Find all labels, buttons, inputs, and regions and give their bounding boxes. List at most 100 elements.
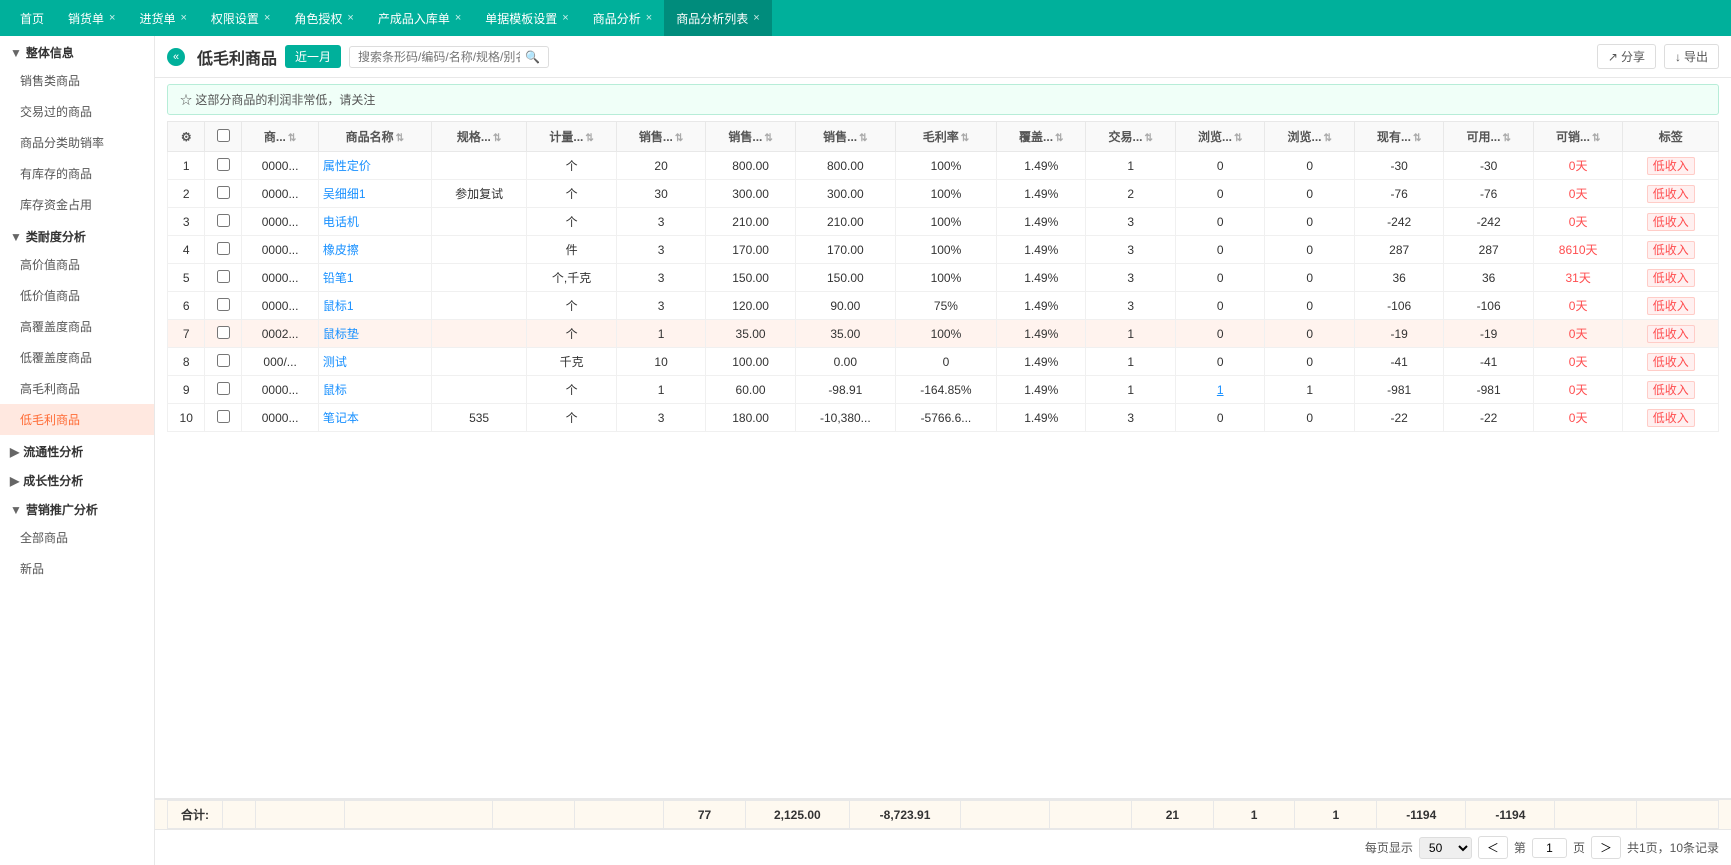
col-sellable[interactable]: 可销...⇅: [1533, 122, 1622, 152]
sidebar-item-traded-products[interactable]: 交易过的商品: [0, 96, 154, 127]
totals-available: -1194: [1466, 801, 1555, 829]
col-gross[interactable]: 毛利率⇅: [895, 122, 996, 152]
sidebar-item-sales-products[interactable]: 销售类商品: [0, 65, 154, 96]
row-sales1: 30: [616, 180, 705, 208]
select-all-checkbox[interactable]: [217, 129, 230, 142]
sidebar-item-category-sales-rate[interactable]: 商品分类助销率: [0, 127, 154, 158]
sidebar-item-low-coverage[interactable]: 低覆盖度商品: [0, 342, 154, 373]
col-browse2[interactable]: 浏览...⇅: [1265, 122, 1354, 152]
next-page-button[interactable]: ＞: [1591, 836, 1621, 859]
nav-sales-order[interactable]: 销货单 ×: [56, 0, 127, 36]
nav-product-analysis[interactable]: 商品分析 ×: [581, 0, 664, 36]
row-select-checkbox[interactable]: [217, 186, 230, 199]
col-trade[interactable]: 交易...⇅: [1086, 122, 1175, 152]
sidebar-group-overall-info[interactable]: ▼ 整体信息: [0, 36, 154, 65]
row-select-checkbox[interactable]: [217, 214, 230, 227]
share-button[interactable]: ↗ 分享: [1597, 44, 1656, 69]
date-filter-button[interactable]: 近一月: [285, 45, 341, 68]
sidebar-item-in-stock-products[interactable]: 有库存的商品: [0, 158, 154, 189]
nav-home[interactable]: 首页: [8, 0, 56, 36]
sidebar-group-growth[interactable]: ▶ 成长性分析: [0, 464, 154, 493]
nav-role-auth[interactable]: 角色授权 ×: [282, 0, 365, 36]
sidebar-item-high-value[interactable]: 高价值商品: [0, 249, 154, 280]
row-checkbox[interactable]: [205, 404, 242, 432]
row-checkbox[interactable]: [205, 236, 242, 264]
nav-product-analysis-list[interactable]: 商品分析列表 ×: [664, 0, 771, 36]
sidebar-group-category-analysis[interactable]: ▼ 类耐度分析: [0, 220, 154, 249]
row-select-checkbox[interactable]: [217, 382, 230, 395]
col-current[interactable]: 现有...⇅: [1354, 122, 1443, 152]
col-sales2[interactable]: 销售...⇅: [706, 122, 795, 152]
row-select-checkbox[interactable]: [217, 410, 230, 423]
row-select-checkbox[interactable]: [217, 158, 230, 171]
export-button[interactable]: ↓ 导出: [1664, 44, 1719, 69]
col-browse1[interactable]: 浏览...⇅: [1175, 122, 1264, 152]
row-name[interactable]: 电话机: [318, 208, 431, 236]
row-name[interactable]: 测试: [318, 348, 431, 376]
col-unit[interactable]: 计量...⇅: [527, 122, 616, 152]
col-settings[interactable]: ⚙: [168, 122, 205, 152]
page-number-input[interactable]: [1532, 838, 1567, 858]
row-checkbox[interactable]: [205, 292, 242, 320]
close-icon[interactable]: ×: [180, 12, 186, 24]
close-icon[interactable]: ×: [455, 12, 461, 24]
sidebar-item-inventory-capital[interactable]: 库存资金占用: [0, 189, 154, 220]
row-browse1[interactable]: 1: [1175, 376, 1264, 404]
close-icon[interactable]: ×: [264, 12, 270, 24]
nav-purchase-order[interactable]: 进货单 ×: [127, 0, 198, 36]
col-spec[interactable]: 规格...⇅: [431, 122, 527, 152]
col-available[interactable]: 可用...⇅: [1444, 122, 1533, 152]
row-select-checkbox[interactable]: [217, 242, 230, 255]
sidebar-group-marketing[interactable]: ▼ 营销推广分析: [0, 493, 154, 522]
row-spec: [431, 236, 527, 264]
col-sales1[interactable]: 销售...⇅: [616, 122, 705, 152]
row-checkbox[interactable]: [205, 208, 242, 236]
row-name[interactable]: 橡皮擦: [318, 236, 431, 264]
page-size-select[interactable]: 50 100 200: [1419, 837, 1472, 859]
col-name[interactable]: 商品名称⇅: [318, 122, 431, 152]
col-coverage[interactable]: 覆盖...⇅: [997, 122, 1086, 152]
nav-permission-settings[interactable]: 权限设置 ×: [199, 0, 282, 36]
col-sales3[interactable]: 销售...⇅: [795, 122, 895, 152]
close-icon[interactable]: ×: [109, 12, 115, 24]
close-icon[interactable]: ×: [753, 12, 759, 24]
sidebar-item-all-products[interactable]: 全部商品: [0, 522, 154, 553]
close-icon[interactable]: ×: [562, 12, 568, 24]
row-name[interactable]: 笔记本: [318, 404, 431, 432]
row-select-checkbox[interactable]: [217, 354, 230, 367]
sidebar-item-high-margin[interactable]: 高毛利商品: [0, 373, 154, 404]
row-checkbox[interactable]: [205, 180, 242, 208]
col-tag[interactable]: 标签: [1623, 122, 1719, 152]
sidebar-item-new-products[interactable]: 新品: [0, 553, 154, 584]
row-select-checkbox[interactable]: [217, 270, 230, 283]
nav-product-storage[interactable]: 产成品入库单 ×: [366, 0, 473, 36]
close-icon[interactable]: ×: [646, 12, 652, 24]
row-select-checkbox[interactable]: [217, 298, 230, 311]
row-checkbox[interactable]: [205, 264, 242, 292]
sidebar-group-circulation[interactable]: ▶ 流通性分析: [0, 435, 154, 464]
row-name[interactable]: 鼠标垫: [318, 320, 431, 348]
close-icon[interactable]: ×: [347, 12, 353, 24]
row-checkbox[interactable]: [205, 320, 242, 348]
row-name[interactable]: 鼠标: [318, 376, 431, 404]
sidebar-item-low-margin[interactable]: 低毛利商品: [0, 404, 154, 435]
col-checkbox[interactable]: [205, 122, 242, 152]
col-code[interactable]: 商...⇅: [242, 122, 319, 152]
search-input[interactable]: [358, 50, 520, 64]
totals-current: -1194: [1377, 801, 1466, 829]
row-available: 36: [1444, 264, 1533, 292]
nav-template-settings[interactable]: 单据模板设置 ×: [473, 0, 580, 36]
prev-page-button[interactable]: ＜: [1478, 836, 1508, 859]
row-name[interactable]: 铅笔1: [318, 264, 431, 292]
row-checkbox[interactable]: [205, 348, 242, 376]
row-name[interactable]: 鼠标1: [318, 292, 431, 320]
row-name[interactable]: 属性定价: [318, 152, 431, 180]
row-checkbox[interactable]: [205, 152, 242, 180]
row-select-checkbox[interactable]: [217, 326, 230, 339]
sidebar-item-low-value[interactable]: 低价值商品: [0, 280, 154, 311]
sidebar-toggle-button[interactable]: «: [167, 48, 185, 66]
row-checkbox[interactable]: [205, 376, 242, 404]
sidebar-item-high-coverage[interactable]: 高覆盖度商品: [0, 311, 154, 342]
row-unit: 个: [527, 180, 616, 208]
row-name[interactable]: 吴细细1: [318, 180, 431, 208]
